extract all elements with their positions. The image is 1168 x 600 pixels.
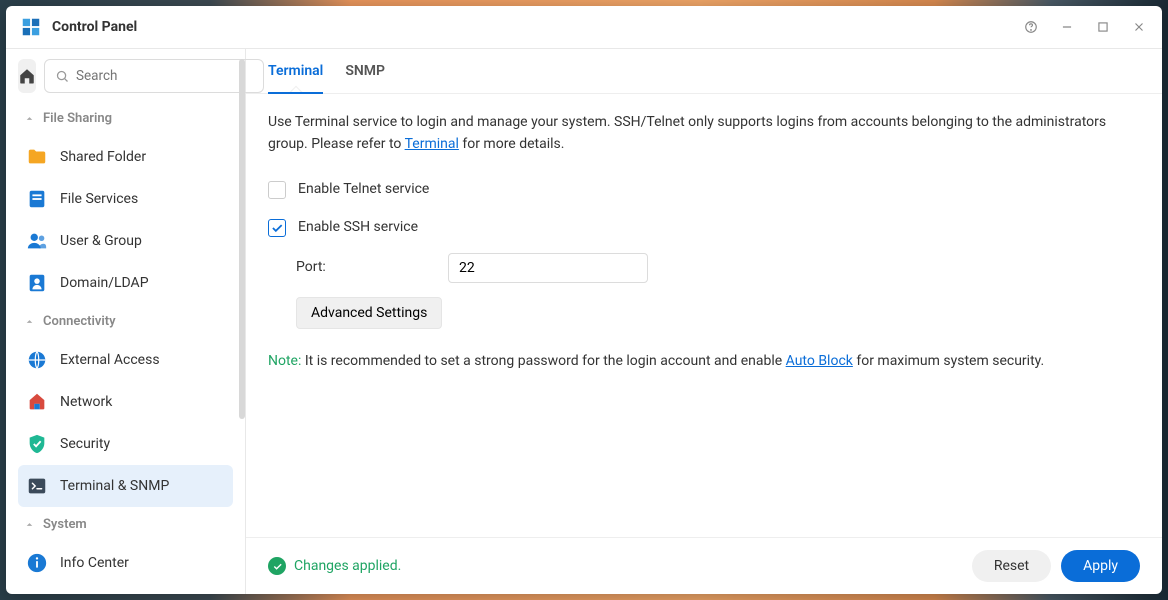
external-access-icon [26, 349, 48, 371]
sidebar-item-external-access[interactable]: External Access [18, 339, 233, 381]
sidebar-item-terminal-snmp[interactable]: Terminal & SNMP [18, 465, 233, 507]
sidebar-item-label: Shared Folder [60, 149, 146, 165]
terminal-icon [26, 475, 48, 497]
user-group-icon [26, 230, 48, 252]
enable-ssh-checkbox[interactable] [268, 219, 286, 237]
sidebar-item-shared-folder[interactable]: Shared Folder [18, 136, 233, 178]
sidebar-item-label: User & Group [60, 233, 142, 249]
window-title: Control Panel [52, 19, 1022, 35]
section-file-sharing[interactable]: File Sharing [18, 101, 239, 136]
section-system[interactable]: System [18, 507, 239, 542]
chevron-up-icon [24, 316, 35, 327]
search-field[interactable] [44, 59, 264, 93]
folder-icon [26, 146, 48, 168]
sidebar-item-label: External Access [60, 352, 160, 368]
app-icon [20, 16, 42, 38]
sidebar-item-security[interactable]: Security [18, 423, 233, 465]
shield-icon [26, 433, 48, 455]
info-icon [26, 552, 48, 574]
reset-button[interactable]: Reset [972, 550, 1051, 582]
scrollbar-thumb[interactable] [239, 59, 245, 419]
apply-button[interactable]: Apply [1061, 550, 1140, 582]
file-services-icon [26, 188, 48, 210]
sidebar-item-file-services[interactable]: File Services [18, 178, 233, 220]
section-label: Connectivity [43, 314, 116, 329]
advanced-settings-button[interactable]: Advanced Settings [296, 297, 442, 329]
tab-terminal[interactable]: Terminal [268, 63, 323, 93]
help-button[interactable] [1022, 18, 1040, 36]
sidebar-item-user-group[interactable]: User & Group [18, 220, 233, 262]
note-line: Note: It is recommended to set a strong … [268, 351, 1140, 373]
port-input[interactable] [448, 253, 648, 283]
maximize-button[interactable] [1094, 18, 1112, 36]
search-icon [55, 69, 70, 84]
titlebar: Control Panel [6, 6, 1162, 49]
section-connectivity[interactable]: Connectivity [18, 304, 239, 339]
port-label: Port: [296, 257, 436, 279]
tab-bar: Terminal SNMP [246, 49, 1162, 94]
sidebar-item-label: Security [60, 436, 110, 452]
main-panel: Terminal SNMP Use Terminal service to lo… [246, 49, 1162, 594]
section-label: System [43, 517, 87, 532]
sidebar-scrollbar[interactable] [239, 59, 245, 584]
terminal-link[interactable]: Terminal [405, 136, 459, 152]
sidebar-item-domain-ldap[interactable]: Domain/LDAP [18, 262, 233, 304]
auto-block-link[interactable]: Auto Block [786, 353, 853, 369]
section-label: File Sharing [43, 111, 112, 126]
sidebar-item-info-center[interactable]: Info Center [18, 542, 233, 584]
enable-ssh-label: Enable SSH service [298, 217, 418, 239]
window-controls [1022, 18, 1148, 36]
network-icon [26, 391, 48, 413]
intro-text: Use Terminal service to login and manage… [268, 112, 1140, 155]
footer: Changes applied. Reset Apply [246, 537, 1162, 594]
enable-telnet-checkbox[interactable] [268, 181, 286, 199]
window: Control Panel File Sharing [6, 6, 1162, 594]
chevron-up-icon [24, 519, 35, 530]
sidebar-item-network[interactable]: Network [18, 381, 233, 423]
status-text: Changes applied. [294, 558, 401, 574]
sidebar-item-label: Info Center [60, 555, 129, 571]
status-message: Changes applied. [268, 557, 962, 575]
check-icon [270, 221, 284, 235]
sidebar: File Sharing Shared Folder File Services… [6, 49, 246, 594]
home-button[interactable] [18, 59, 36, 93]
close-button[interactable] [1130, 18, 1148, 36]
success-icon [268, 557, 286, 575]
minimize-button[interactable] [1058, 18, 1076, 36]
sidebar-item-label: File Services [60, 191, 138, 207]
body: File Sharing Shared Folder File Services… [6, 49, 1162, 594]
terminal-settings-content: Use Terminal service to login and manage… [246, 94, 1162, 537]
chevron-up-icon [24, 113, 35, 124]
sidebar-item-label: Network [60, 394, 112, 410]
sidebar-item-label: Terminal & SNMP [60, 478, 169, 494]
enable-telnet-row: Enable Telnet service [268, 171, 1140, 209]
enable-telnet-label: Enable Telnet service [298, 179, 429, 201]
sidebar-item-label: Domain/LDAP [60, 275, 149, 291]
tab-snmp[interactable]: SNMP [345, 63, 385, 93]
domain-icon [26, 272, 48, 294]
note-label: Note: [268, 353, 301, 369]
port-row: Port: [268, 247, 1140, 289]
enable-ssh-row: Enable SSH service [268, 209, 1140, 247]
search-input[interactable] [76, 68, 253, 84]
home-icon [18, 67, 36, 85]
